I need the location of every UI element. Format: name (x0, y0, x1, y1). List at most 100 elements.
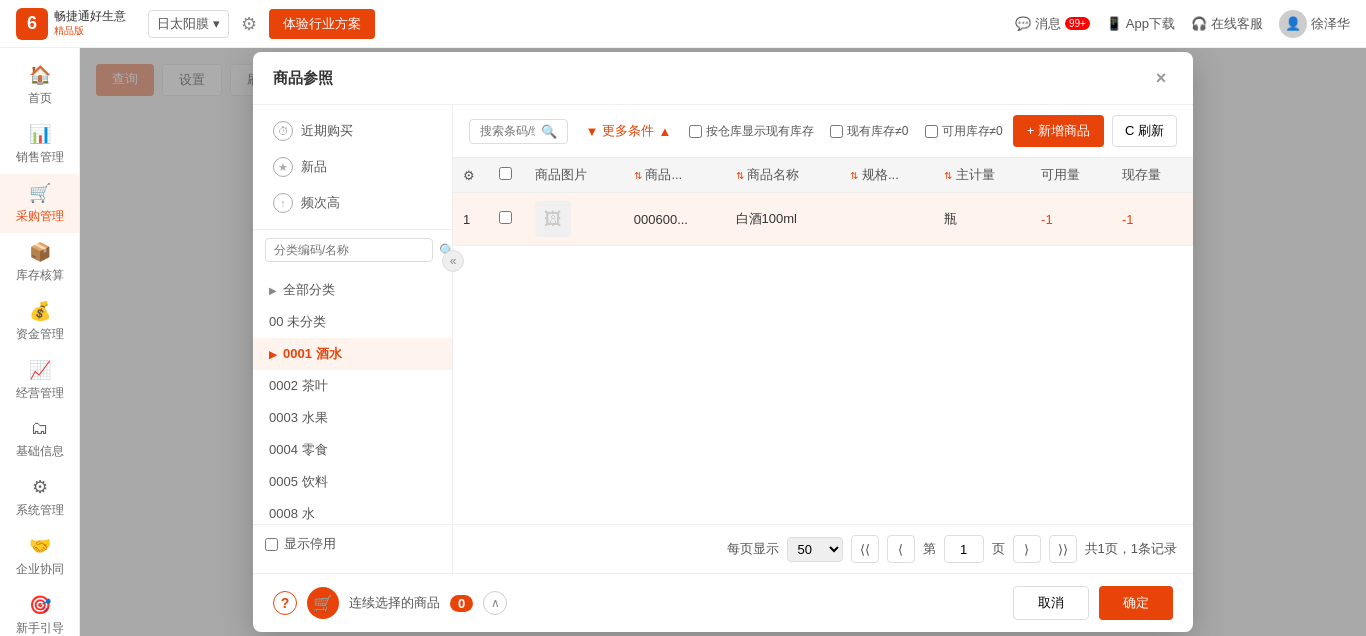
avatar: 👤 (1279, 10, 1307, 38)
cat-item-0008[interactable]: 0008 水 (253, 498, 452, 524)
col-stock: 现存量 (1112, 158, 1193, 193)
checkbox-available[interactable]: 现有库存≠0 (830, 123, 908, 140)
table-header-row: ⚙ 商品图片 ⇅ (453, 158, 1193, 193)
available-checkbox[interactable] (830, 125, 843, 138)
cat-item-0001[interactable]: ▶ 0001 酒水 (253, 338, 452, 370)
sidebar-item-label: 经营管理 (16, 385, 64, 402)
cat-item-label: 0001 酒水 (283, 345, 342, 363)
new-items-btn[interactable]: ★ 新品 (265, 151, 440, 183)
logo-sub: 精品版 (54, 24, 126, 38)
sidebar: 🏠 首页 📊 销售管理 🛒 采购管理 📦 库存核算 💰 资金管理 📈 经营管理 … (0, 48, 80, 636)
more-filter-btn[interactable]: ▼ 更多条件 ▲ (578, 118, 680, 144)
table-row[interactable]: 1 🖼 000600... (453, 193, 1193, 246)
recent-buy-btn[interactable]: ⏱ 近期购买 (265, 115, 440, 147)
footer-collapse-btn[interactable]: ∧ (483, 591, 507, 615)
add-product-button[interactable]: + 新增商品 (1013, 115, 1104, 147)
sidebar-item-system[interactable]: ⚙ 系统管理 (0, 468, 79, 527)
warehouse-checkbox[interactable] (689, 125, 702, 138)
sidebar-item-finance[interactable]: 💰 资金管理 (0, 292, 79, 351)
filter-checkboxes: 按仓库显示现有库存 现有库存≠0 可用库存≠0 (689, 123, 1003, 140)
sidebar-item-label: 系统管理 (16, 502, 64, 519)
sidebar-item-collab[interactable]: 🤝 企业协同 (0, 527, 79, 586)
cell-stock: -1 (1112, 193, 1193, 246)
cat-item-0005[interactable]: 0005 饮料 (253, 466, 452, 498)
category-search-input[interactable] (265, 238, 433, 262)
logo-icon: 6 (16, 8, 48, 40)
sidebar-item-business[interactable]: 📈 经营管理 (0, 351, 79, 410)
user-menu[interactable]: 👤 徐泽华 (1279, 10, 1350, 38)
available-label: 现有库存≠0 (847, 123, 908, 140)
cell-check[interactable] (489, 193, 525, 246)
online-service-btn[interactable]: 🎧 在线客服 (1191, 15, 1263, 33)
category-search-row: 🔍 (253, 230, 452, 270)
selected-count: 0 (450, 595, 473, 612)
cat-item-all[interactable]: ▶ 全部分类 (253, 274, 452, 306)
sidebar-item-sales[interactable]: 📊 销售管理 (0, 115, 79, 174)
main-layout: 🏠 首页 📊 销售管理 🛒 采购管理 📦 库存核算 💰 资金管理 📈 经营管理 … (0, 48, 1366, 636)
next-page-btn[interactable]: ⟩ (1013, 535, 1041, 563)
refresh-button[interactable]: C 刷新 (1112, 115, 1177, 147)
search-icon[interactable]: 🔍 (541, 124, 557, 139)
logo-title: 畅捷通好生意 (54, 9, 126, 25)
product-table-area: ⚙ 商品图片 ⇅ (453, 158, 1193, 524)
first-page-btn[interactable]: ⟨⟨ (851, 535, 879, 563)
usable-checkbox[interactable] (925, 125, 938, 138)
gear-icon[interactable]: ⚙ (241, 13, 257, 35)
row-checkbox[interactable] (499, 211, 512, 224)
cat-item-label: 0004 零食 (269, 441, 328, 459)
page-input[interactable] (944, 535, 984, 563)
col-spec[interactable]: ⇅ 规格... (840, 158, 934, 193)
cat-item-label: 0002 茶叶 (269, 377, 328, 395)
cat-item-label: 0005 饮料 (269, 473, 328, 491)
cat-arrow-icon: ▶ (269, 285, 277, 296)
confirm-button[interactable]: 确定 (1099, 586, 1173, 620)
product-search-input[interactable] (480, 124, 535, 138)
footer-right-btns: 取消 确定 (1013, 586, 1173, 620)
prev-page-btn[interactable]: ⟨ (887, 535, 915, 563)
checkbox-warehouse[interactable]: 按仓库显示现有库存 (689, 123, 814, 140)
show-disabled-label: 显示停用 (284, 535, 336, 553)
col-code[interactable]: ⇅ 商品... (624, 158, 726, 193)
help-button[interactable]: ? (273, 591, 297, 615)
show-disabled-checkbox[interactable] (265, 538, 278, 551)
collapse-panel-btn[interactable]: « (442, 250, 464, 272)
last-page-btn[interactable]: ⟩⟩ (1049, 535, 1077, 563)
app-download-btn[interactable]: 📱 App下载 (1106, 15, 1175, 33)
quick-access-btns: ⏱ 近期购买 ★ 新品 ↑ 频次高 (253, 115, 452, 230)
usable-label: 可用库存≠0 (942, 123, 1003, 140)
cat-item-0003[interactable]: 0003 水果 (253, 402, 452, 434)
cat-item-label: 全部分类 (283, 281, 335, 299)
sidebar-item-inventory[interactable]: 📦 库存核算 (0, 233, 79, 292)
checkbox-usable[interactable]: 可用库存≠0 (925, 123, 1003, 140)
trial-button[interactable]: 体验行业方案 (269, 9, 375, 39)
warehouse-label: 按仓库显示现有库存 (706, 123, 814, 140)
col-name[interactable]: ⇅ 商品名称 (726, 158, 841, 193)
sidebar-item-base-info[interactable]: 🗂 基础信息 (0, 410, 79, 468)
cell-unit: 瓶 (934, 193, 1031, 246)
col-settings[interactable]: ⚙ (453, 158, 489, 193)
settings-icon[interactable]: ⚙ (463, 168, 475, 183)
cat-item-00[interactable]: 00 未分类 (253, 306, 452, 338)
per-page-select[interactable]: 50 10 20 100 (787, 537, 843, 562)
sidebar-item-label: 首页 (28, 90, 52, 107)
cat-item-0002[interactable]: 0002 茶叶 (253, 370, 452, 402)
sidebar-item-home[interactable]: 🏠 首页 (0, 56, 79, 115)
frequent-btn[interactable]: ↑ 频次高 (265, 187, 440, 219)
modal-close-button[interactable]: × (1149, 66, 1173, 90)
recent-buy-icon: ⏱ (273, 121, 293, 141)
inventory-icon: 📦 (29, 241, 51, 263)
sidebar-item-guide[interactable]: 🎯 新手引导 (0, 586, 79, 636)
cat-item-label: 00 未分类 (269, 313, 326, 331)
footer-left: ? 🛒 连续选择的商品 0 ∧ (273, 587, 507, 619)
sidebar-item-purchase[interactable]: 🛒 采购管理 (0, 174, 79, 233)
app-download-label: App下载 (1126, 15, 1175, 33)
store-selector[interactable]: 日太阳膜 ▾ (148, 10, 229, 38)
select-all-checkbox[interactable] (499, 167, 512, 180)
message-label: 消息 (1035, 15, 1061, 33)
page-label: 第 (923, 540, 936, 558)
col-unit[interactable]: ⇅ 主计量 (934, 158, 1031, 193)
cell-name: 白酒100ml (726, 193, 841, 246)
cancel-button[interactable]: 取消 (1013, 586, 1089, 620)
cat-item-0004[interactable]: 0004 零食 (253, 434, 452, 466)
message-btn[interactable]: 💬 消息 99+ (1015, 15, 1090, 33)
